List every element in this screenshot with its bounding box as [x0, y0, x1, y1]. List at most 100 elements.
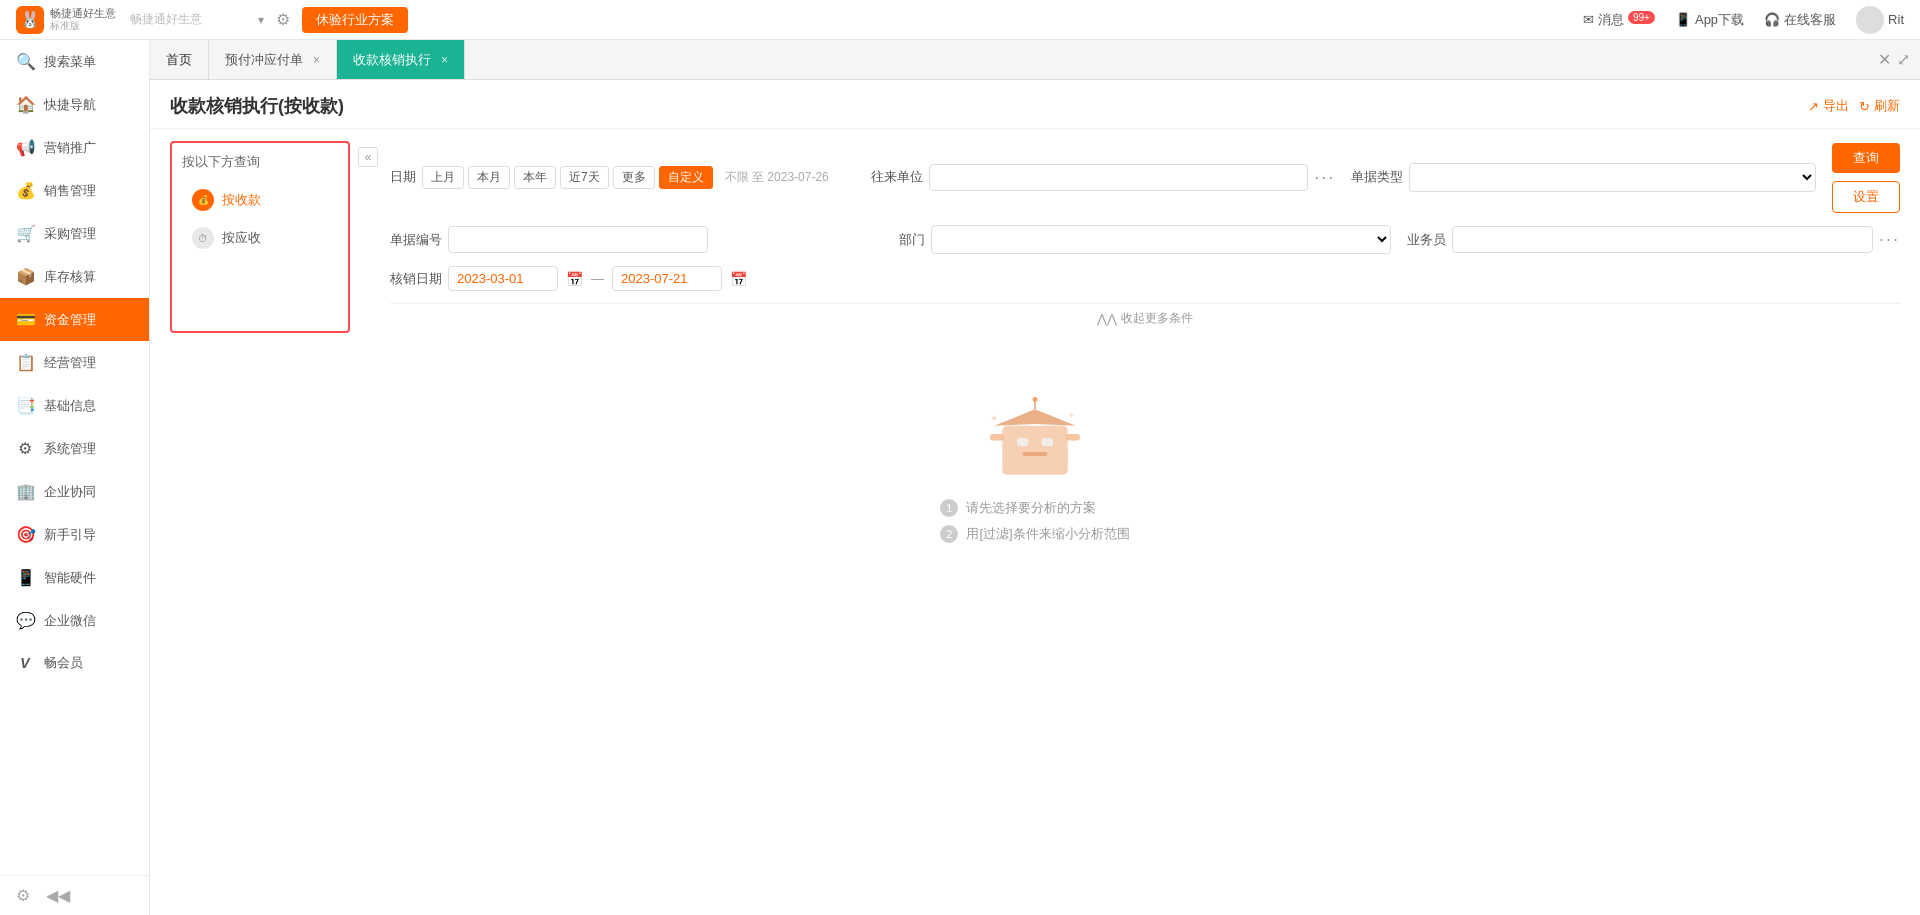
- marketing-icon: 📢: [16, 138, 34, 157]
- department-select[interactable]: [931, 225, 1392, 254]
- docnumber-input[interactable]: [448, 226, 708, 253]
- app-download-btn[interactable]: 📱 App下载: [1675, 11, 1744, 29]
- brand-name: 畅捷通好生意: [130, 11, 250, 28]
- query-btn[interactable]: 查询: [1832, 143, 1900, 173]
- sidebar-item-search-menu[interactable]: 🔍 搜索菜单: [0, 40, 149, 83]
- refresh-btn[interactable]: ↻ 刷新: [1859, 97, 1900, 115]
- tab-prepay[interactable]: 预付冲应付单 ×: [209, 40, 337, 79]
- system-icon: ⚙: [16, 439, 34, 458]
- department-filter-cell: 部门: [899, 225, 1392, 254]
- query-option-by-receivable[interactable]: ⏱ 按应收: [182, 221, 338, 255]
- tabbar: 首页 预付冲应付单 × 收款核销执行 × ✕ ⤢: [150, 40, 1920, 80]
- svg-rect-7: [990, 434, 1005, 441]
- filter-container: 按以下方查询 💰 按收款 ⏱ 按应收 «: [150, 129, 1920, 333]
- query-option-label: 按收款: [222, 191, 261, 209]
- gear-bottom-icon[interactable]: ⚙: [16, 886, 30, 905]
- app-logo: 🐰 畅捷通好生意 标准版: [16, 6, 116, 34]
- dropdown-arrow-icon[interactable]: ▾: [258, 13, 264, 27]
- sales-icon: 💰: [16, 181, 34, 200]
- sidebar-item-operation[interactable]: 📋 经营管理: [0, 341, 149, 384]
- svg-text:✦: ✦: [1068, 411, 1075, 420]
- tab-collection-close-icon[interactable]: ×: [441, 53, 448, 67]
- collapse-more-btn[interactable]: ⋀⋀ 收起更多条件: [1097, 310, 1193, 327]
- date-no-limit: 不限 至 2023-07-26: [725, 169, 829, 186]
- counterpart-input[interactable]: [929, 164, 1309, 191]
- tab-prepay-label: 预付冲应付单: [225, 51, 303, 69]
- date-btn-more[interactable]: 更多: [613, 166, 655, 189]
- sidebar-item-wechat[interactable]: 💬 企业微信: [0, 599, 149, 642]
- verify-date-end-input[interactable]: [612, 266, 722, 291]
- verify-cal-end-icon[interactable]: 📅: [730, 271, 747, 287]
- sidebar-item-label: 资金管理: [44, 311, 96, 329]
- settings-btn[interactable]: 设置: [1832, 181, 1900, 213]
- tab-collection-label: 收款核销执行: [353, 51, 431, 69]
- tab-prepay-close-icon[interactable]: ×: [313, 53, 320, 67]
- sidebar-item-sales[interactable]: 💰 销售管理: [0, 169, 149, 212]
- collapse-panel-btn[interactable]: «: [358, 147, 378, 167]
- vip-icon: V: [16, 655, 34, 671]
- verify-date-start-input[interactable]: [448, 266, 558, 291]
- svg-rect-0: [1002, 426, 1067, 475]
- tab-close-btn[interactable]: ✕: [1878, 50, 1891, 69]
- empty-tip-1: 1 请先选择要分析的方案: [940, 499, 1129, 517]
- sidebar-item-label: 经营管理: [44, 354, 96, 372]
- sidebar-item-quick-nav[interactable]: 🏠 快捷导航: [0, 83, 149, 126]
- doctype-filter-cell: 单据类型: [1351, 163, 1816, 192]
- industry-btn[interactable]: 休验行业方案: [302, 7, 408, 33]
- counterpart-label: 往来单位: [871, 168, 923, 186]
- tab-collection[interactable]: 收款核销执行 ×: [337, 40, 465, 79]
- sidebar-item-guide[interactable]: 🎯 新手引导: [0, 513, 149, 556]
- sidebar-item-capital[interactable]: 💳 资金管理: [0, 298, 149, 341]
- empty-state: ✦ ✦ 1 请先选择要分析的方案 2 用[过滤]条件来缩小分析范围: [150, 333, 1920, 603]
- verify-date-filter-cell: 核销日期 📅 — 📅: [390, 266, 1900, 291]
- salesperson-input[interactable]: [1452, 226, 1873, 253]
- sidebar-bottom: ⚙ ◀◀: [0, 875, 149, 915]
- purchase-icon: 🛒: [16, 224, 34, 243]
- sidebar-item-purchase[interactable]: 🛒 采购管理: [0, 212, 149, 255]
- date-btn-last-month[interactable]: 上月: [422, 166, 464, 189]
- empty-tip-2: 2 用[过滤]条件来缩小分析范围: [940, 525, 1129, 543]
- tip-text-1: 请先选择要分析的方案: [966, 499, 1096, 517]
- date-btn-7days[interactable]: 近7天: [560, 166, 609, 189]
- docnumber-filter-cell: 单据编号: [390, 226, 883, 253]
- counterpart-filter-cell: 往来单位 ···: [871, 164, 1336, 191]
- online-service-btn[interactable]: 🎧 在线客服: [1764, 11, 1836, 29]
- date-filter-cell: 日期 上月 本月 本年 近7天 更多 自定义 不限 至 2023-07-26: [390, 166, 855, 189]
- user-avatar[interactable]: Rit: [1856, 6, 1904, 34]
- message-btn[interactable]: ✉ 消息 99+: [1583, 11, 1655, 29]
- settings-icon[interactable]: ⚙: [276, 10, 290, 29]
- sidebar-item-inventory[interactable]: 📦 库存核算: [0, 255, 149, 298]
- sidebar-item-marketing[interactable]: 📢 营销推广: [0, 126, 149, 169]
- username: Rit: [1888, 12, 1904, 27]
- counterpart-dots-btn[interactable]: ···: [1314, 167, 1335, 188]
- collapse-sidebar-icon[interactable]: ◀◀: [46, 886, 70, 905]
- sidebar-item-label: 系统管理: [44, 440, 96, 458]
- tab-expand-btn[interactable]: ⤢: [1897, 50, 1910, 69]
- query-option-by-collection[interactable]: 💰 按收款: [182, 183, 338, 217]
- date-btn-this-month[interactable]: 本月: [468, 166, 510, 189]
- app-name: 畅捷通好生意 标准版: [50, 7, 116, 32]
- tab-actions: ✕ ⤢: [1878, 50, 1920, 69]
- date-separator: —: [591, 271, 604, 286]
- export-btn[interactable]: ↗ 导出: [1808, 97, 1849, 115]
- verify-cal-start-icon[interactable]: 📅: [566, 271, 583, 287]
- salesperson-dots-btn[interactable]: ···: [1879, 229, 1900, 250]
- tip-num-2: 2: [940, 525, 958, 543]
- sidebar-item-vip[interactable]: V 畅会员: [0, 642, 149, 684]
- tab-home[interactable]: 首页: [150, 40, 209, 79]
- message-badge: 99+: [1628, 11, 1655, 24]
- sidebar-item-enterprise[interactable]: 🏢 企业协同: [0, 470, 149, 513]
- sidebar-item-hardware[interactable]: 📱 智能硬件: [0, 556, 149, 599]
- sidebar-item-basic-info[interactable]: 📑 基础信息: [0, 384, 149, 427]
- inventory-icon: 📦: [16, 267, 34, 286]
- collapse-icon: ⋀⋀: [1097, 312, 1117, 326]
- docnumber-label: 单据编号: [390, 231, 442, 249]
- date-btn-custom[interactable]: 自定义: [659, 166, 713, 189]
- sidebar-item-label: 畅会员: [44, 654, 83, 672]
- date-btn-this-year[interactable]: 本年: [514, 166, 556, 189]
- department-label: 部门: [899, 231, 925, 249]
- sidebar-item-label: 库存核算: [44, 268, 96, 286]
- sidebar-item-system[interactable]: ⚙ 系统管理: [0, 427, 149, 470]
- tip-num-1: 1: [940, 499, 958, 517]
- doctype-select[interactable]: [1409, 163, 1816, 192]
